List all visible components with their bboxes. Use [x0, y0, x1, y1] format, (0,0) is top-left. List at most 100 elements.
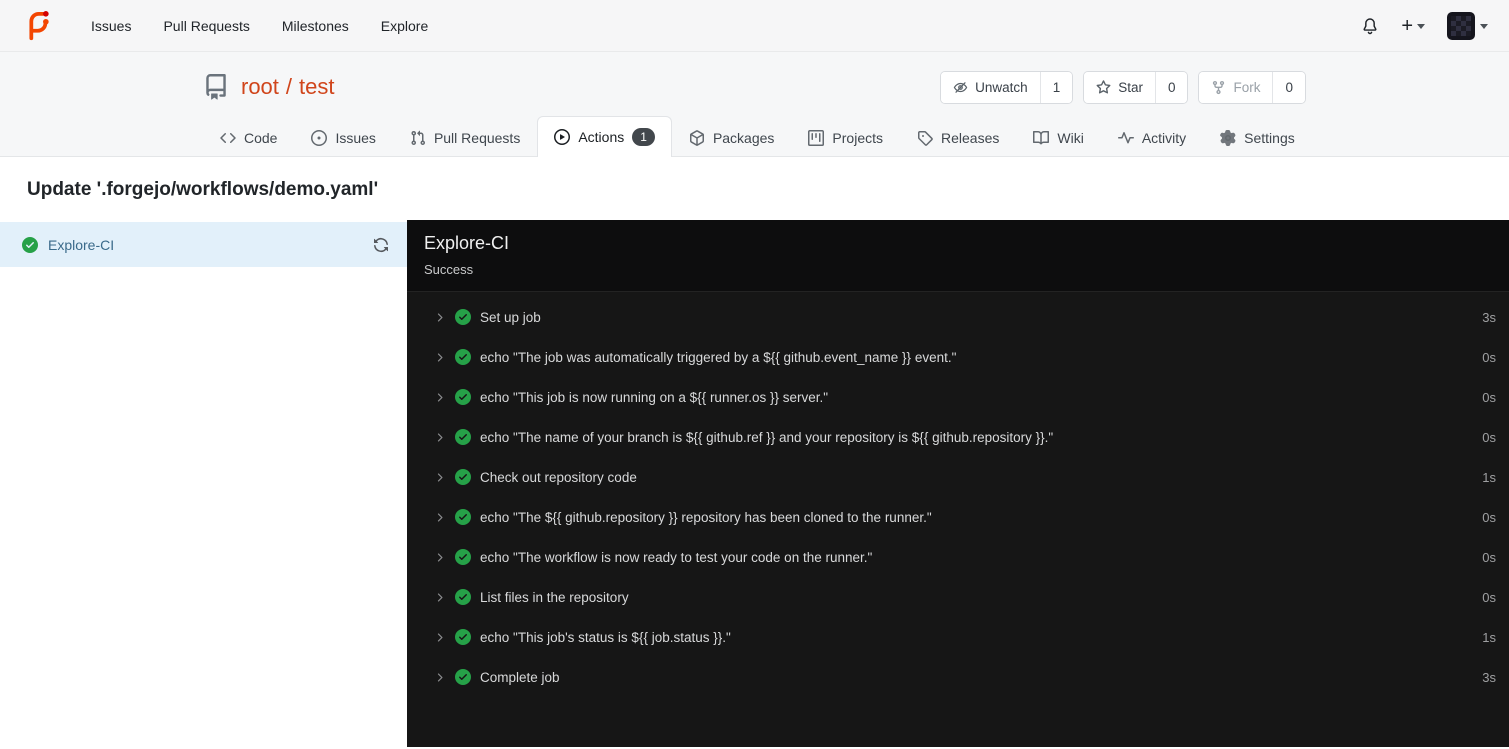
repo-owner-link[interactable]: root — [241, 74, 279, 100]
forgejo-logo[interactable] — [21, 11, 51, 41]
step-name: List files in the repository — [480, 589, 629, 605]
step-duration: 1s — [1482, 629, 1496, 645]
step-success-icon — [455, 309, 471, 325]
step-duration: 0s — [1482, 389, 1496, 405]
tab-label: Wiki — [1057, 130, 1084, 147]
chevron-right-icon — [433, 511, 446, 524]
package-icon — [689, 130, 705, 146]
step-duration: 3s — [1482, 309, 1496, 325]
repo-name: root / test — [241, 74, 335, 100]
step-success-icon — [455, 469, 471, 485]
unwatch-button[interactable]: Unwatch — [941, 71, 1040, 103]
forks-count[interactable]: 0 — [1272, 71, 1305, 103]
step-name: echo "The ${{ github.repository }} repos… — [480, 509, 932, 525]
watch-button-group: Unwatch 1 — [940, 70, 1074, 104]
step-success-icon — [455, 389, 471, 405]
refresh-icon[interactable] — [369, 233, 393, 257]
tab-label: Activity — [1141, 130, 1187, 147]
tab-label: Pull Requests — [433, 130, 521, 147]
step-success-icon — [455, 669, 471, 685]
tab-pull-requests[interactable]: Pull Requests — [393, 118, 537, 157]
tab-packages[interactable]: Packages — [672, 118, 791, 157]
tab-wiki[interactable]: Wiki — [1016, 118, 1100, 157]
nav-item-milestones[interactable]: Milestones — [266, 9, 365, 43]
chevron-right-icon — [433, 591, 446, 604]
fork-button[interactable]: Fork — [1199, 71, 1273, 103]
step-row[interactable]: echo "This job is now running on a ${{ r… — [407, 377, 1509, 417]
step-row[interactable]: Set up job 3s — [407, 297, 1509, 337]
tab-label: Code — [244, 130, 278, 147]
repo-action-buttons: Unwatch 1 Star 0 Fork 0 — [940, 70, 1306, 104]
repo-name-link[interactable]: test — [299, 74, 334, 100]
step-success-icon — [455, 429, 471, 445]
step-name: echo "This job's status is ${{ job.statu… — [480, 629, 731, 645]
chevron-right-icon — [433, 631, 446, 644]
step-duration: 0s — [1482, 549, 1496, 565]
step-row[interactable]: echo "The workflow is now ready to test … — [407, 537, 1509, 577]
watchers-count[interactable]: 1 — [1039, 71, 1073, 103]
star-icon — [1096, 80, 1111, 95]
step-success-icon — [455, 589, 471, 605]
tab-code[interactable]: Code — [203, 118, 294, 157]
create-new-button[interactable]: + — [1401, 16, 1425, 36]
step-duration: 0s — [1482, 509, 1496, 525]
tab-label: Settings — [1244, 130, 1295, 147]
step-name: echo "The workflow is now ready to test … — [480, 549, 873, 565]
tab-label: Packages — [712, 130, 775, 147]
repo-name-separator: / — [285, 74, 293, 99]
chevron-right-icon — [433, 351, 446, 364]
pull-request-icon — [410, 130, 426, 146]
fork-label: Fork — [1233, 79, 1261, 95]
step-row[interactable]: Check out repository code 1s — [407, 457, 1509, 497]
job-sidebar: Explore-CI — [0, 220, 407, 748]
step-row[interactable]: echo "This job's status is ${{ job.statu… — [407, 617, 1509, 657]
actions-count-badge: 1 — [632, 128, 655, 147]
notifications-button[interactable] — [1361, 17, 1379, 35]
star-button[interactable]: Star — [1084, 71, 1155, 103]
unwatch-label: Unwatch — [975, 79, 1028, 95]
step-row[interactable]: echo "The ${{ github.repository }} repos… — [407, 497, 1509, 537]
step-name: Set up job — [480, 309, 541, 325]
eye-slash-icon — [953, 80, 968, 95]
caret-down-icon — [1480, 24, 1488, 29]
fork-icon — [1211, 80, 1226, 95]
chevron-right-icon — [433, 671, 446, 684]
chevron-right-icon — [433, 431, 446, 444]
step-name: Complete job — [480, 669, 560, 685]
step-row[interactable]: List files in the repository 0s — [407, 577, 1509, 617]
user-menu-button[interactable] — [1447, 11, 1488, 40]
stars-count[interactable]: 0 — [1154, 71, 1188, 103]
top-navbar: Issues Pull Requests Milestones Explore … — [0, 0, 1509, 52]
repo-icon — [203, 74, 229, 100]
chevron-right-icon — [433, 391, 446, 404]
step-row[interactable]: Complete job 3s — [407, 657, 1509, 697]
step-list: Set up job 3s echo "The job was automati… — [407, 292, 1509, 697]
step-name: echo "The name of your branch is ${{ git… — [480, 429, 1054, 445]
fork-button-group: Fork 0 — [1198, 70, 1306, 104]
tab-issues[interactable]: Issues — [294, 118, 392, 157]
avatar — [1447, 11, 1475, 40]
issue-icon — [311, 130, 327, 146]
job-list-item-explore-ci[interactable]: Explore-CI — [0, 222, 407, 268]
tab-projects[interactable]: Projects — [791, 118, 900, 157]
step-row[interactable]: echo "The name of your branch is ${{ git… — [407, 417, 1509, 457]
nav-item-explore[interactable]: Explore — [365, 9, 444, 43]
nav-item-pull-requests[interactable]: Pull Requests — [147, 9, 265, 43]
tab-activity[interactable]: Activity — [1101, 118, 1203, 157]
pulse-icon — [1118, 130, 1134, 146]
step-duration: 0s — [1482, 349, 1496, 365]
chevron-right-icon — [433, 311, 446, 324]
step-duration: 3s — [1482, 669, 1496, 685]
nav-item-issues[interactable]: Issues — [75, 9, 147, 43]
tab-releases[interactable]: Releases — [900, 118, 1016, 157]
job-name: Explore-CI — [48, 236, 115, 253]
step-success-icon — [455, 509, 471, 525]
step-duration: 0s — [1482, 589, 1496, 605]
tab-label: Actions — [578, 129, 625, 146]
tab-settings[interactable]: Settings — [1203, 118, 1312, 157]
tab-actions[interactable]: Actions 1 — [537, 116, 672, 158]
step-row[interactable]: echo "The job was automatically triggere… — [407, 337, 1509, 377]
chevron-right-icon — [433, 551, 446, 564]
step-success-icon — [455, 349, 471, 365]
run-title: Update '.forgejo/workflows/demo.yaml' — [27, 179, 379, 201]
